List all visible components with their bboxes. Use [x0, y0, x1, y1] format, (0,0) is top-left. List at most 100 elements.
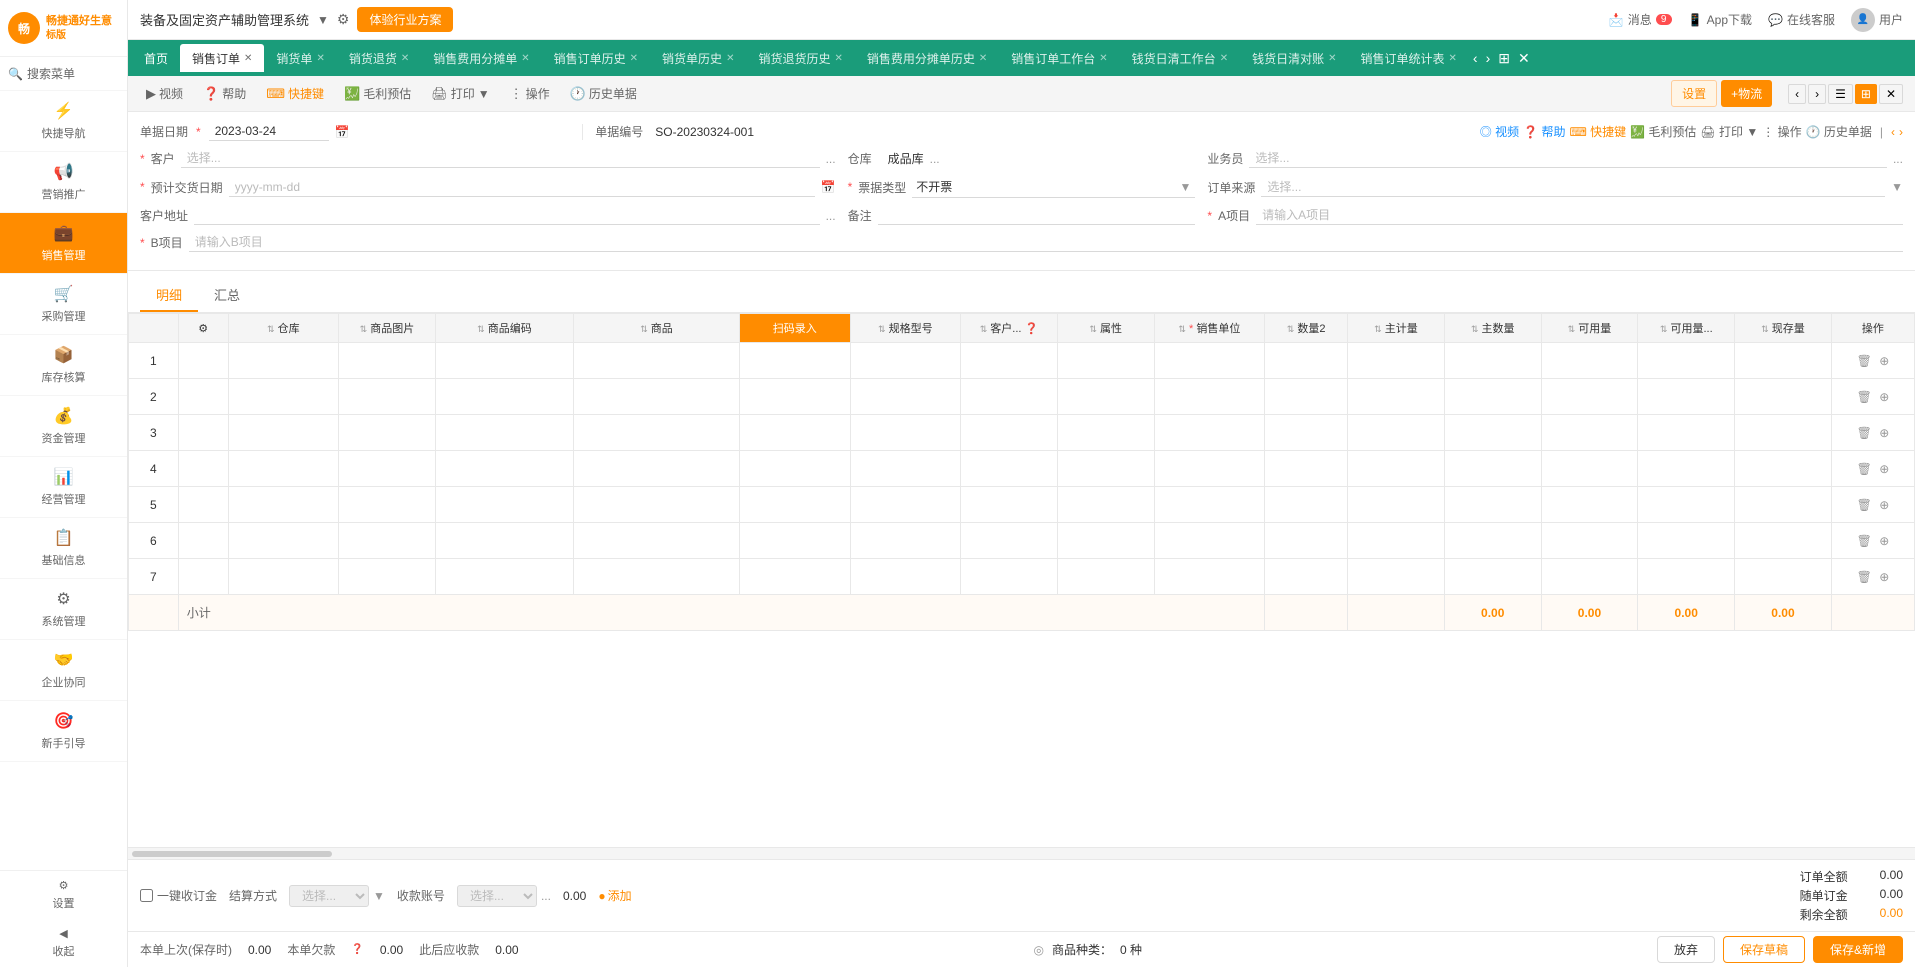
tab-sales-goods[interactable]: 销货单 ✕: [264, 44, 336, 72]
profit-btn[interactable]: 💹 毛利预估: [338, 83, 417, 104]
row-6-copy-icon[interactable]: ⊕: [1879, 534, 1889, 548]
sidebar-collapse-btn[interactable]: ◀ 收起: [0, 919, 127, 967]
customer-input[interactable]: [181, 149, 820, 168]
row-2-qty2[interactable]: [1265, 379, 1348, 415]
b-project-input[interactable]: [189, 233, 1903, 252]
row-2-spec[interactable]: [850, 379, 961, 415]
warehouse-more-btn[interactable]: ...: [930, 152, 940, 166]
tab-sales-stat[interactable]: 销售订单统计表 ✕: [1348, 44, 1468, 72]
tab-summary[interactable]: 汇总: [198, 279, 256, 312]
online-service-btn[interactable]: 💬 在线客服: [1768, 11, 1835, 28]
tab-close-icon-8[interactable]: ✕: [979, 53, 987, 64]
sidebar-item-guide[interactable]: 🎯 新手引导: [0, 701, 127, 762]
row-2-copy-icon[interactable]: ⊕: [1879, 390, 1889, 404]
tab-close-icon-9[interactable]: ✕: [1099, 53, 1107, 64]
save-draft-btn[interactable]: 保存草稿: [1723, 936, 1805, 963]
tab-close-icon-12[interactable]: ✕: [1449, 53, 1457, 64]
invoice-select[interactable]: 不开票 ▼: [912, 176, 1195, 198]
tab-close-icon-7[interactable]: ✕: [834, 53, 842, 64]
tab-goods-history[interactable]: 销货单历史 ✕: [650, 44, 746, 72]
delivery-calendar-icon[interactable]: 📅: [821, 180, 836, 194]
th-warehouse[interactable]: ⇅ 仓库: [228, 314, 339, 343]
tab-home[interactable]: 首页: [132, 44, 180, 72]
tab-order-workbench[interactable]: 销售订单工作台 ✕: [999, 44, 1119, 72]
row-6-delete-icon[interactable]: 🗑: [1857, 534, 1872, 548]
close-form-btn[interactable]: ✕: [1879, 84, 1903, 104]
delivery-input[interactable]: [229, 178, 815, 197]
tab-detail[interactable]: 明细: [140, 279, 198, 312]
tab-next-btn[interactable]: ›: [1482, 50, 1495, 66]
th-code[interactable]: ⇅ 商品编码: [435, 314, 573, 343]
th-attr[interactable]: ⇅ 属性: [1057, 314, 1154, 343]
tab-daily-clear[interactable]: 钱货日清工作台 ✕: [1120, 44, 1240, 72]
settings-toolbar-btn[interactable]: 设置: [1671, 80, 1717, 107]
row-1-code[interactable]: [435, 343, 573, 379]
sidebar-item-marketing[interactable]: 📢 营销推广: [0, 152, 127, 213]
tab-close-icon-11[interactable]: ✕: [1328, 53, 1336, 64]
tab-close-icon-6[interactable]: ✕: [726, 53, 734, 64]
industry-btn[interactable]: 体验行业方案: [357, 7, 453, 32]
scroll-thumb[interactable]: [132, 851, 332, 857]
system-select-btn[interactable]: ▼: [317, 13, 329, 27]
nav-left-btn[interactable]: ‹: [1788, 84, 1806, 104]
app-download-btn[interactable]: 📱 App下载: [1688, 11, 1752, 28]
th-spec[interactable]: ⇅ 规格型号: [850, 314, 961, 343]
row-2-main-qty[interactable]: [1444, 379, 1541, 415]
th-scan[interactable]: 扫码录入: [739, 314, 850, 343]
row-1-main-qty[interactable]: [1444, 343, 1541, 379]
sidebar-item-quick-nav[interactable]: ⚡ 快捷导航: [0, 91, 127, 152]
customer-more-btn[interactable]: ...: [826, 152, 836, 166]
sidebar-settings-btn[interactable]: ⚙ 设置: [0, 871, 127, 919]
row-7-delete-icon[interactable]: 🗑: [1857, 570, 1872, 584]
th-avail2[interactable]: ⇅ 可用量...: [1638, 314, 1735, 343]
hist-toolbar-btn[interactable]: 🕐 历史单据: [1806, 123, 1872, 140]
th-main-unit[interactable]: ⇅ 主计量: [1348, 314, 1445, 343]
row-2-warehouse[interactable]: [228, 379, 339, 415]
one-click-checkbox[interactable]: [140, 889, 153, 902]
print-btn[interactable]: 🖨 打印 ▼: [425, 83, 495, 104]
row-4-delete-icon[interactable]: 🗑: [1857, 462, 1872, 476]
th-main-qty[interactable]: ⇅ 主数量: [1444, 314, 1541, 343]
tab-daily-reconcile[interactable]: 钱货日清对账 ✕: [1240, 44, 1348, 72]
sidebar-item-sales[interactable]: 💼 销售管理: [0, 213, 127, 274]
row-2-cust-code[interactable]: [961, 379, 1058, 415]
shortcut-btn[interactable]: ⌨ 快捷键: [260, 83, 330, 104]
nav-right-btn[interactable]: ›: [1808, 84, 1826, 104]
grid-view-btn[interactable]: ⊞: [1855, 84, 1877, 104]
th-settings[interactable]: ⚙: [178, 314, 228, 343]
a-project-input[interactable]: [1256, 206, 1903, 225]
sidebar-item-purchase[interactable]: 🛒 采购管理: [0, 274, 127, 335]
msg-btn[interactable]: 📩 消息 9: [1609, 11, 1672, 28]
save-new-btn[interactable]: 保存&新增: [1813, 936, 1903, 963]
tab-close-icon-2[interactable]: ✕: [316, 53, 324, 64]
row-1-cust-code[interactable]: [961, 343, 1058, 379]
row-1-unit[interactable]: [1154, 343, 1265, 379]
tab-more-btn[interactable]: ⊞: [1494, 50, 1514, 67]
date-input[interactable]: [209, 122, 329, 141]
add-payment-btn[interactable]: ● 添加: [598, 887, 631, 904]
tab-close-icon[interactable]: ✕: [244, 53, 252, 64]
th-unit[interactable]: ⇅ * 销售单位: [1154, 314, 1265, 343]
th-stock[interactable]: ⇅ 现存量: [1735, 314, 1832, 343]
row-1-spec[interactable]: [850, 343, 961, 379]
sidebar-item-management[interactable]: 📊 经营管理: [0, 457, 127, 518]
sidebar-item-system[interactable]: ⚙ 系统管理: [0, 579, 127, 640]
help-btn[interactable]: ❓ 帮助: [197, 83, 252, 104]
row-1-product[interactable]: [574, 343, 740, 379]
help-toolbar-btn[interactable]: ❓ 帮助: [1523, 123, 1565, 140]
view-btn[interactable]: ▶ 视频: [140, 83, 189, 104]
tab-close-all-btn[interactable]: ✕: [1514, 50, 1534, 67]
staff-more-btn[interactable]: ...: [1893, 152, 1903, 166]
sidebar-item-inventory[interactable]: 📦 库存核算: [0, 335, 127, 396]
tab-fee-history[interactable]: 销售费用分摊单历史 ✕: [855, 44, 999, 72]
operation-btn[interactable]: ⋮ 操作: [504, 83, 556, 104]
address-input[interactable]: [194, 206, 820, 225]
profit-toolbar-btn[interactable]: 💹 毛利预估: [1630, 123, 1696, 140]
staff-input[interactable]: [1249, 149, 1887, 168]
user-area[interactable]: 👤 用户: [1851, 8, 1903, 32]
nav-prev-btn[interactable]: ‹: [1891, 125, 1895, 139]
discard-btn[interactable]: 放弃: [1657, 936, 1715, 963]
row-2-code[interactable]: [435, 379, 573, 415]
address-more-btn[interactable]: ...: [826, 209, 836, 223]
sidebar-item-finance[interactable]: 💰 资金管理: [0, 396, 127, 457]
